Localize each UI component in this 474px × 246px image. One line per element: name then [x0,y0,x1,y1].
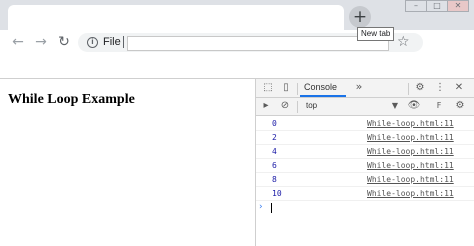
page-heading: While Loop Example [8,92,135,107]
log-value: 2 [272,133,277,142]
toolbar-separator [297,101,298,113]
eye-icon[interactable]: 👁 [407,99,421,113]
toolbar-separator [297,83,298,95]
filter-icon[interactable]: F [432,99,446,113]
info-icon[interactable]: i [87,37,98,48]
log-value: 10 [272,189,282,198]
forward-icon[interactable]: → [33,34,49,50]
settings-gear-icon[interactable]: ⚙ [413,81,427,95]
source-link[interactable]: While-loop.html:11 [367,118,454,129]
context-selector[interactable]: top [306,101,317,111]
clear-console-icon[interactable]: ⊘ [278,99,292,113]
back-icon[interactable]: ← [10,34,26,50]
site-label: File [103,36,121,48]
log-value: 4 [272,147,277,156]
console-log-row: 10 While-loop.html:11 [256,187,474,201]
source-link[interactable]: While-loop.html:11 [367,188,454,199]
minimize-icon[interactable]: – [405,0,427,12]
address-separator [123,36,124,48]
console-settings-icon[interactable]: ⚙ [453,99,467,113]
more-options-icon[interactable]: ⋮ [433,81,447,95]
toolbar-separator [408,83,409,95]
new-tab-button[interactable]: + [349,6,371,28]
source-link[interactable]: While-loop.html:11 [367,146,454,157]
log-value: 8 [272,175,277,184]
more-tabs-icon[interactable]: » [352,80,366,94]
console-log-row: 0 While-loop.html:11 [256,117,474,131]
console-log-row: 6 While-loop.html:11 [256,159,474,173]
context-dropdown-icon[interactable]: ▼ [388,99,402,113]
url-input[interactable] [127,36,389,51]
maximize-icon[interactable]: □ [426,0,448,12]
plus-icon: + [352,7,368,27]
device-toolbar-icon[interactable]: ▯ [279,81,293,95]
console-prompt-icon: › [259,202,263,212]
source-link[interactable]: While-loop.html:11 [367,160,454,171]
log-value: 6 [272,161,277,170]
sidebar-toggle-icon[interactable]: ▸ [259,99,273,113]
tab-console[interactable]: Console [304,81,337,93]
console-log-row: 2 While-loop.html:11 [256,131,474,145]
bookmark-star-icon[interactable]: ☆ [397,33,410,51]
inspect-element-icon[interactable]: ⬚ [261,81,275,95]
active-tab-indicator [300,95,346,97]
reload-icon[interactable]: ↻ [56,34,72,50]
console-input[interactable] [271,203,272,213]
console-log-row: 4 While-loop.html:11 [256,145,474,159]
source-link[interactable]: While-loop.html:11 [367,132,454,143]
close-window-icon[interactable]: ✕ [447,0,469,12]
source-link[interactable]: While-loop.html:11 [367,174,454,185]
new-tab-tooltip: New tab [357,27,395,41]
browser-tab[interactable] [8,5,344,30]
console-log-row: 8 While-loop.html:11 [256,173,474,187]
close-devtools-icon[interactable]: ✕ [452,81,466,95]
log-value: 0 [272,119,277,128]
